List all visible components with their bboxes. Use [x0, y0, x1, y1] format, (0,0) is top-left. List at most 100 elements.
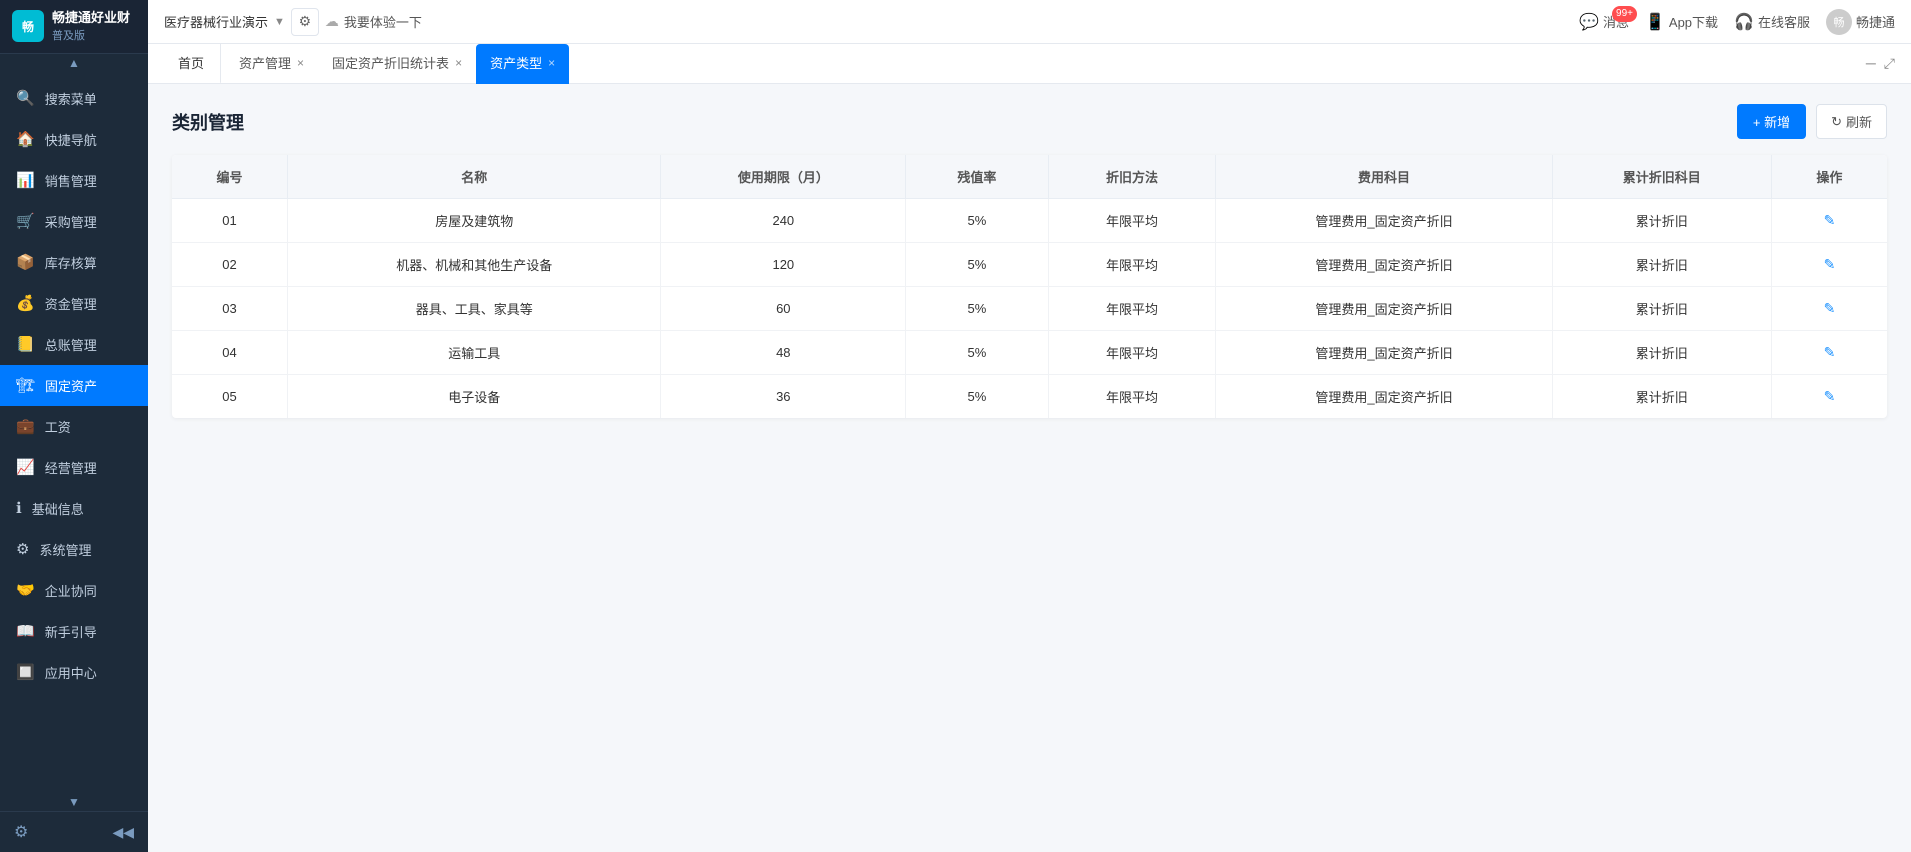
cell-expense[interactable]: 管理费用_固定资产折旧 — [1216, 199, 1552, 243]
message-action[interactable]: 💬 消息 99+ — [1579, 12, 1629, 32]
inventory-icon: 📦 — [16, 253, 35, 271]
topbar-settings-button[interactable]: ⚙ — [291, 8, 319, 36]
maximize-icon[interactable]: ⤢ — [1884, 55, 1895, 72]
sidebar-item-purchase[interactable]: 🛒 采购管理 — [0, 201, 148, 242]
sidebar-item-label: 工资 — [45, 417, 71, 436]
cell-method: 年限平均 — [1048, 375, 1216, 419]
sidebar-item-basic-info[interactable]: ℹ 基础信息 — [0, 488, 148, 529]
sidebar-item-quick-nav[interactable]: 🏠 快捷导航 — [0, 119, 148, 160]
sidebar-item-sales[interactable]: 📊 销售管理 — [0, 160, 148, 201]
message-badge: 99+ — [1612, 6, 1637, 22]
cell-expense[interactable]: 管理费用_固定资产折旧 — [1216, 331, 1552, 375]
tab-asset-mgmt[interactable]: 资产管理 × — [225, 44, 318, 84]
new-button[interactable]: + 新增 — [1737, 104, 1806, 139]
settings-icon[interactable]: ⚙ — [14, 822, 28, 842]
cell-residual: 5% — [906, 331, 1048, 375]
edit-icon[interactable]: ✎ — [1824, 344, 1836, 360]
cell-action: ✎ — [1771, 331, 1887, 375]
cell-code: 04 — [172, 331, 288, 375]
sidebar-item-operations[interactable]: 📈 经营管理 — [0, 447, 148, 488]
cell-action: ✎ — [1771, 243, 1887, 287]
user-action[interactable]: 畅 畅捷通 — [1826, 9, 1895, 35]
cell-residual: 5% — [906, 375, 1048, 419]
ledger-icon: 📒 — [16, 335, 35, 353]
tab-home[interactable]: 首页 — [164, 44, 221, 84]
cell-code: 01 — [172, 199, 288, 243]
tab-asset-mgmt-close[interactable]: × — [297, 56, 304, 70]
customer-service-action[interactable]: 🎧 在线客服 — [1734, 12, 1810, 32]
industry-label: 医疗器械行业演示 — [164, 12, 268, 31]
table-header-row: 编号 名称 使用期限（月） 残值率 折旧方法 费用科目 累计折旧科目 操作 — [172, 155, 1887, 199]
cell-expense[interactable]: 管理费用_固定资产折旧 — [1216, 287, 1552, 331]
tab-depreciation[interactable]: 固定资产折旧统计表 × — [318, 44, 476, 84]
sidebar-item-capital[interactable]: 💰 资金管理 — [0, 283, 148, 324]
cell-accumulated[interactable]: 累计折旧 — [1552, 331, 1771, 375]
industry-selector[interactable]: 医疗器械行业演示 ▼ — [164, 12, 285, 31]
tabbar-right: ─ ⤢ — [1866, 55, 1895, 72]
experience-button[interactable]: ☁ 我要体验一下 — [325, 12, 422, 31]
sidebar-item-search[interactable]: 🔍 搜索菜单 — [0, 78, 148, 119]
sidebar-menu: 🔍 搜索菜单 🏠 快捷导航 📊 销售管理 🛒 采购管理 📦 库存核算 💰 资金管… — [0, 72, 148, 793]
sidebar-toggle-icon[interactable]: ◀◀ — [112, 824, 134, 841]
sidebar-item-payroll[interactable]: 💼 工资 — [0, 406, 148, 447]
sidebar-item-fixed-assets[interactable]: 🏗 固定资产 — [0, 365, 148, 406]
refresh-button[interactable]: ↻ 刷新 — [1816, 104, 1887, 139]
sales-icon: 📊 — [16, 171, 35, 189]
cell-accumulated[interactable]: 累计折旧 — [1552, 287, 1771, 331]
cell-code: 05 — [172, 375, 288, 419]
app-version: 普及版 — [52, 27, 130, 43]
edit-icon[interactable]: ✎ — [1824, 388, 1836, 404]
col-period: 使用期限（月） — [661, 155, 906, 199]
cell-period: 120 — [661, 243, 906, 287]
col-name: 名称 — [288, 155, 661, 199]
tab-asset-type-close[interactable]: × — [548, 56, 555, 70]
sidebar-scroll-down[interactable]: ▼ — [0, 793, 148, 811]
cell-name: 电子设备 — [288, 375, 661, 419]
topbar: 医疗器械行业演示 ▼ ⚙ ☁ 我要体验一下 💬 消息 99+ 📱 App下载 — [148, 0, 1911, 44]
tab-asset-type[interactable]: 资产类型 × — [476, 44, 569, 84]
cell-period: 48 — [661, 331, 906, 375]
sidebar-item-label: 固定资产 — [45, 376, 97, 395]
content-area: 类别管理 + 新增 ↻ 刷新 编号 名称 使用期限（月） 残值率 折旧方法 费用… — [148, 84, 1911, 852]
tab-depreciation-label: 固定资产折旧统计表 — [332, 53, 449, 72]
sidebar-item-ledger[interactable]: 📒 总账管理 — [0, 324, 148, 365]
cell-expense[interactable]: 管理费用_固定资产折旧 — [1216, 375, 1552, 419]
cell-expense[interactable]: 管理费用_固定资产折旧 — [1216, 243, 1552, 287]
topbar-breadcrumb: 医疗器械行业演示 ▼ ⚙ ☁ 我要体验一下 — [164, 8, 1567, 36]
edit-icon[interactable]: ✎ — [1824, 300, 1836, 316]
sidebar-item-label: 快捷导航 — [45, 130, 97, 149]
sidebar-item-system[interactable]: ⚙ 系统管理 — [0, 529, 148, 570]
topbar-right: 💬 消息 99+ 📱 App下载 🎧 在线客服 畅 畅捷通 — [1579, 9, 1895, 35]
tab-depreciation-close[interactable]: × — [455, 56, 462, 70]
cell-accumulated[interactable]: 累计折旧 — [1552, 375, 1771, 419]
sidebar-item-enterprise[interactable]: 🤝 企业协同 — [0, 570, 148, 611]
quick-nav-icon: 🏠 — [16, 130, 35, 148]
edit-icon[interactable]: ✎ — [1824, 212, 1836, 228]
message-icon: 💬 — [1579, 12, 1599, 32]
fixed-assets-icon: 🏗 — [16, 376, 35, 394]
cell-accumulated[interactable]: 累计折旧 — [1552, 243, 1771, 287]
tab-asset-type-label: 资产类型 — [490, 53, 542, 72]
enterprise-icon: 🤝 — [16, 581, 35, 599]
table-row: 03 器具、工具、家具等 60 5% 年限平均 管理费用_固定资产折旧 累计折旧… — [172, 287, 1887, 331]
sidebar-item-inventory[interactable]: 📦 库存核算 — [0, 242, 148, 283]
sidebar-item-label: 新手引导 — [45, 622, 97, 641]
cell-name: 房屋及建筑物 — [288, 199, 661, 243]
cell-accumulated[interactable]: 累计折旧 — [1552, 199, 1771, 243]
app-download-action[interactable]: 📱 App下载 — [1645, 12, 1718, 32]
app-center-icon: 🔲 — [16, 663, 35, 681]
cell-action: ✎ — [1771, 199, 1887, 243]
sidebar-item-guide[interactable]: 📖 新手引导 — [0, 611, 148, 652]
cell-name: 器具、工具、家具等 — [288, 287, 661, 331]
logo-icon: 畅 — [12, 10, 44, 42]
col-action: 操作 — [1771, 155, 1887, 199]
sidebar-scroll-up[interactable]: ▲ — [0, 54, 148, 72]
payroll-icon: 💼 — [16, 417, 35, 435]
experience-label: 我要体验一下 — [344, 12, 422, 31]
refresh-label: 刷新 — [1846, 112, 1872, 131]
minimize-icon[interactable]: ─ — [1866, 55, 1876, 72]
avatar: 畅 — [1826, 9, 1852, 35]
customer-service-label: 在线客服 — [1758, 12, 1810, 31]
sidebar-item-app-center[interactable]: 🔲 应用中心 — [0, 652, 148, 693]
edit-icon[interactable]: ✎ — [1824, 256, 1836, 272]
